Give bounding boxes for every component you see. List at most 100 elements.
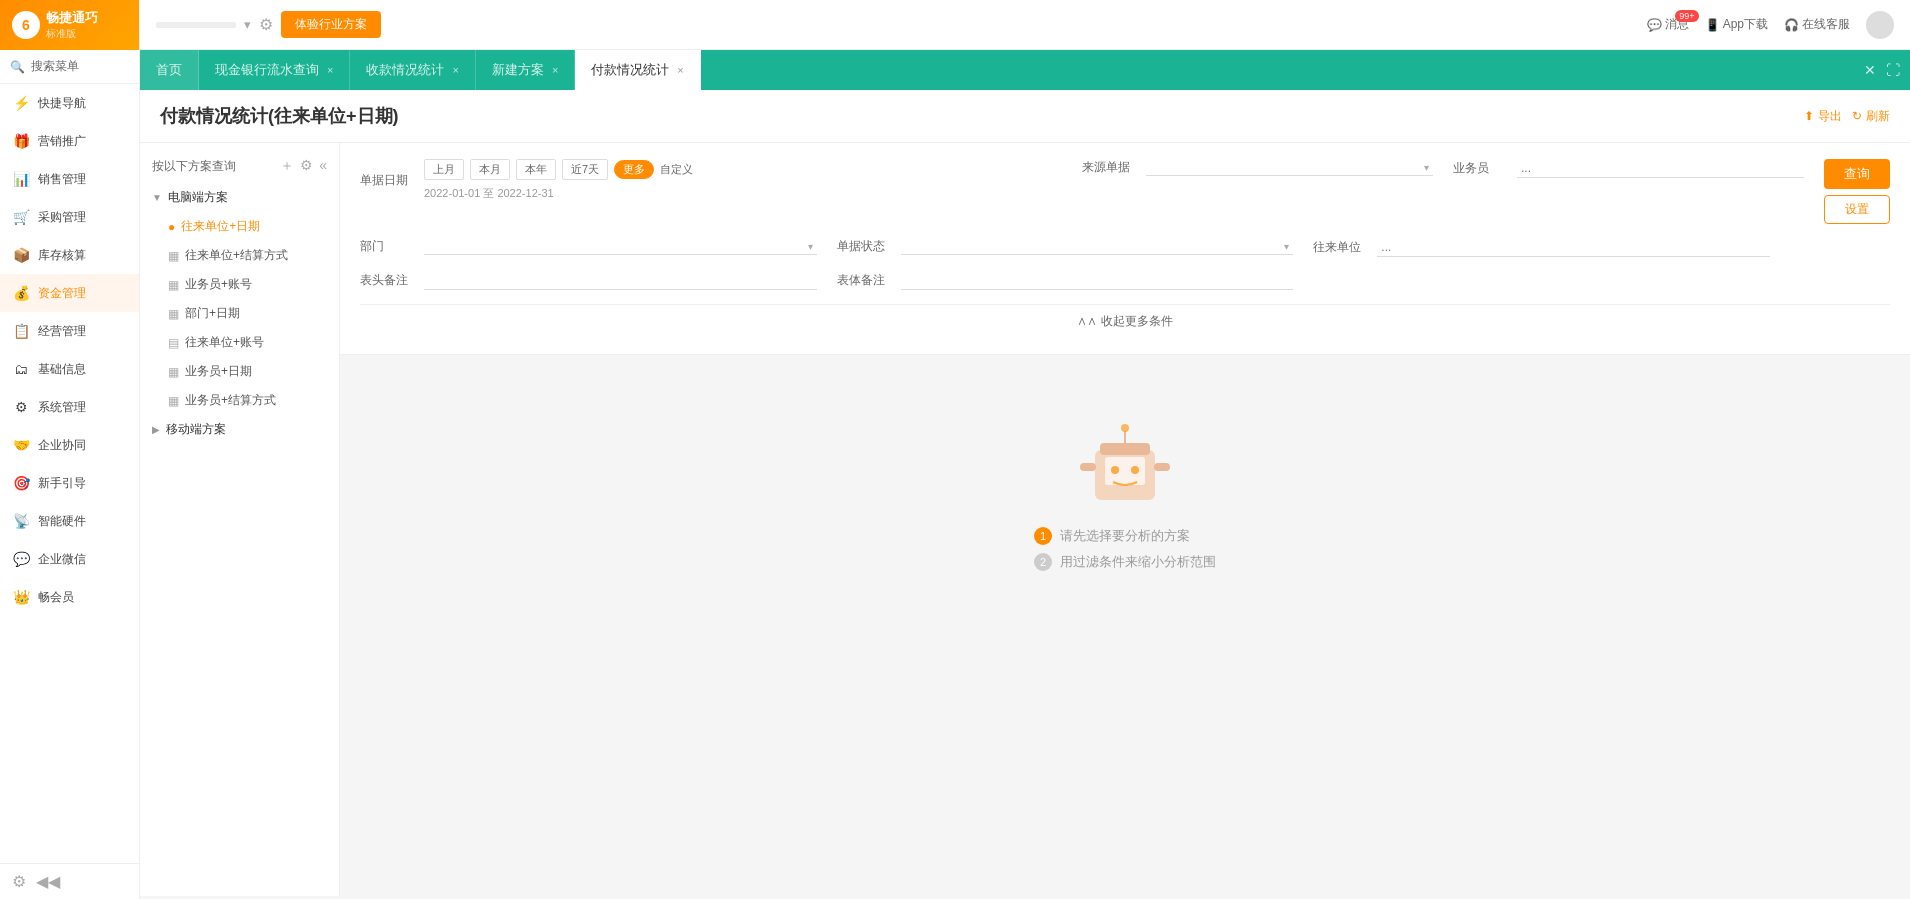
sidebar-item-guide[interactable]: 🎯 新手引导 — [0, 464, 139, 502]
tab-new-scheme[interactable]: 新建方案 × — [476, 50, 575, 90]
sidebar-item-system[interactable]: ⚙ 系统管理 — [0, 388, 139, 426]
source-select[interactable]: ▾ — [1146, 160, 1433, 176]
date-btn-this-month[interactable]: 本月 — [470, 159, 510, 180]
partner-input[interactable] — [1377, 238, 1770, 257]
message-icon: 💬 — [1647, 18, 1662, 32]
date-range-selector: 上月 本月 本年 近7天 更多 自定义 2022-01-01 至 2022-12… — [424, 159, 835, 201]
sidebar-item-inventory[interactable]: 📦 库存核算 — [0, 236, 139, 274]
dept-label: 部门 — [360, 238, 416, 255]
tab-new-scheme-close[interactable]: × — [552, 64, 558, 76]
staff-input[interactable] — [1517, 159, 1804, 178]
scheme-item-dept-date[interactable]: ▦ 部门+日期 — [140, 299, 339, 328]
topbar-right: 💬 消息 99+ 📱 App下载 🎧 在线客服 — [1647, 11, 1894, 39]
logo-icon: 6 — [12, 11, 40, 39]
tab-cash-flow[interactable]: 现金银行流水查询 × — [199, 50, 350, 90]
doc-status-select[interactable]: ▾ — [901, 239, 1294, 255]
date-btn-last-month[interactable]: 上月 — [424, 159, 464, 180]
left-panel-header: 按以下方案查询 ＋ ⚙ « — [140, 153, 339, 183]
tab-close-all-btn[interactable]: ✕ — [1864, 62, 1876, 78]
tab-payment-stats[interactable]: 付款情况统计 × — [575, 50, 700, 90]
trial-btn[interactable]: 体验行业方案 — [281, 11, 381, 38]
date-btn-more[interactable]: 更多 — [614, 160, 654, 179]
scheme-item-label: 业务员+日期 — [185, 363, 252, 380]
sidebar-item-quick-nav[interactable]: ⚡ 快捷导航 — [0, 84, 139, 122]
svg-point-4 — [1131, 466, 1139, 474]
action-btns: 查询 设置 — [1824, 159, 1890, 224]
capital-icon: 💰 — [12, 284, 30, 302]
topbar-settings-icon[interactable]: ⚙ — [259, 15, 273, 34]
app-version: 标准版 — [46, 27, 98, 41]
sidebar-item-label: 库存核算 — [38, 247, 86, 264]
hardware-icon: 📡 — [12, 512, 30, 530]
date-btn-this-year[interactable]: 本年 — [516, 159, 556, 180]
filter-row-2: 部门 ▾ 单据状态 ▾ — [360, 238, 1890, 257]
sidebar-item-hardware[interactable]: 📡 智能硬件 — [0, 502, 139, 540]
filter-collapse-btn[interactable]: ∧∧ 收起更多条件 — [360, 304, 1890, 338]
export-btn[interactable]: ⬆ 导出 — [1804, 108, 1842, 125]
sidebar-footer: ⚙ ◀◀ — [0, 863, 139, 899]
svg-point-8 — [1121, 424, 1129, 432]
sidebar-item-purchase[interactable]: 🛒 采购管理 — [0, 198, 139, 236]
settings-btn[interactable]: 设置 — [1824, 195, 1890, 224]
tab-receipt-stats[interactable]: 收款情况统计 × — [350, 50, 475, 90]
scheme-item-unit-payment[interactable]: ▦ 往来单位+结算方式 — [140, 241, 339, 270]
user-avatar[interactable] — [1866, 11, 1894, 39]
doc-status-label: 单据状态 — [837, 238, 893, 255]
scheme-group-pc-title[interactable]: ▼ 电脑端方案 — [140, 183, 339, 212]
tab-actions: ✕ ⛶ — [1854, 50, 1910, 90]
footer-collapse-icon[interactable]: ◀◀ — [36, 872, 60, 891]
service-btn[interactable]: 🎧 在线客服 — [1784, 16, 1850, 33]
sidebar-item-enterprise[interactable]: 🤝 企业协同 — [0, 426, 139, 464]
tab-maximize-btn[interactable]: ⛶ — [1886, 62, 1900, 78]
scheme-item-staff-date[interactable]: ▦ 业务员+日期 — [140, 357, 339, 386]
sidebar-item-operations[interactable]: 📋 经营管理 — [0, 312, 139, 350]
sidebar-search[interactable]: 🔍 搜索菜单 — [0, 50, 139, 84]
scheme-item-unit-account[interactable]: ▤ 往来单位+账号 — [140, 328, 339, 357]
sidebar-item-marketing[interactable]: 🎁 营销推广 — [0, 122, 139, 160]
refresh-btn[interactable]: ↻ 刷新 — [1852, 108, 1890, 125]
operations-icon: 📋 — [12, 322, 30, 340]
sidebar-item-basic[interactable]: 🗂 基础信息 — [0, 350, 139, 388]
message-btn[interactable]: 💬 消息 99+ — [1647, 16, 1689, 33]
footer-settings-icon[interactable]: ⚙ — [12, 872, 26, 891]
filter-area: 单据日期 上月 本月 本年 近7天 更多 自定义 2022-01-01 至 20… — [340, 143, 1910, 355]
topbar-dropdown-icon[interactable]: ▾ — [244, 17, 251, 32]
tab-payment-stats-close[interactable]: × — [677, 64, 683, 76]
right-panel: 单据日期 上月 本月 本年 近7天 更多 自定义 2022-01-01 至 20… — [340, 143, 1910, 896]
wechat-icon: 💬 — [12, 550, 30, 568]
search-label: 搜索菜单 — [31, 58, 79, 75]
member-icon: 👑 — [12, 588, 30, 606]
export-icon: ⬆ — [1804, 109, 1814, 123]
filter-row-3: 表头备注 表体备注 — [360, 271, 1890, 290]
body-note-input[interactable] — [901, 271, 1294, 290]
scheme-group-pc-label: 电脑端方案 — [168, 189, 228, 206]
date-label: 单据日期 — [360, 172, 416, 189]
scheme-group-mobile-title[interactable]: ▶ 移动端方案 — [140, 415, 339, 444]
service-icon: 🎧 — [1784, 18, 1799, 32]
sidebar-item-wechat[interactable]: 💬 企业微信 — [0, 540, 139, 578]
collapse-icon: ∧∧ — [1077, 314, 1097, 328]
sidebar-item-sales[interactable]: 📊 销售管理 — [0, 160, 139, 198]
dept-select[interactable]: ▾ — [424, 239, 817, 255]
panel-add-btn[interactable]: ＋ — [280, 157, 294, 175]
panel-settings-btn[interactable]: ⚙ — [300, 157, 313, 175]
tab-cash-flow-close[interactable]: × — [327, 64, 333, 76]
query-btn[interactable]: 查询 — [1824, 159, 1890, 189]
scheme-item-staff-account[interactable]: ▦ 业务员+账号 — [140, 270, 339, 299]
system-icon: ⚙ — [12, 398, 30, 416]
guide-icon: 🎯 — [12, 474, 30, 492]
sidebar-item-capital[interactable]: 💰 资金管理 — [0, 274, 139, 312]
date-btn-7days[interactable]: 近7天 — [562, 159, 608, 180]
app-download-btn[interactable]: 📱 App下载 — [1705, 16, 1768, 33]
scheme-item-staff-payment[interactable]: ▦ 业务员+结算方式 — [140, 386, 339, 415]
scheme-group-mobile: ▶ 移动端方案 — [140, 415, 339, 444]
tab-home[interactable]: 首页 — [140, 50, 199, 90]
tab-receipt-stats-close[interactable]: × — [452, 64, 458, 76]
service-label: 在线客服 — [1802, 16, 1850, 33]
header-note-input[interactable] — [424, 271, 817, 290]
sidebar-header: 6 畅捷通巧 标准版 — [0, 0, 139, 50]
sidebar-item-member[interactable]: 👑 畅会员 — [0, 578, 139, 616]
topbar: ▾ ⚙ 体验行业方案 💬 消息 99+ 📱 App下载 🎧 在线客服 — [140, 0, 1910, 50]
scheme-item-unit-date[interactable]: ● 往来单位+日期 — [140, 212, 339, 241]
panel-collapse-btn[interactable]: « — [319, 157, 327, 175]
